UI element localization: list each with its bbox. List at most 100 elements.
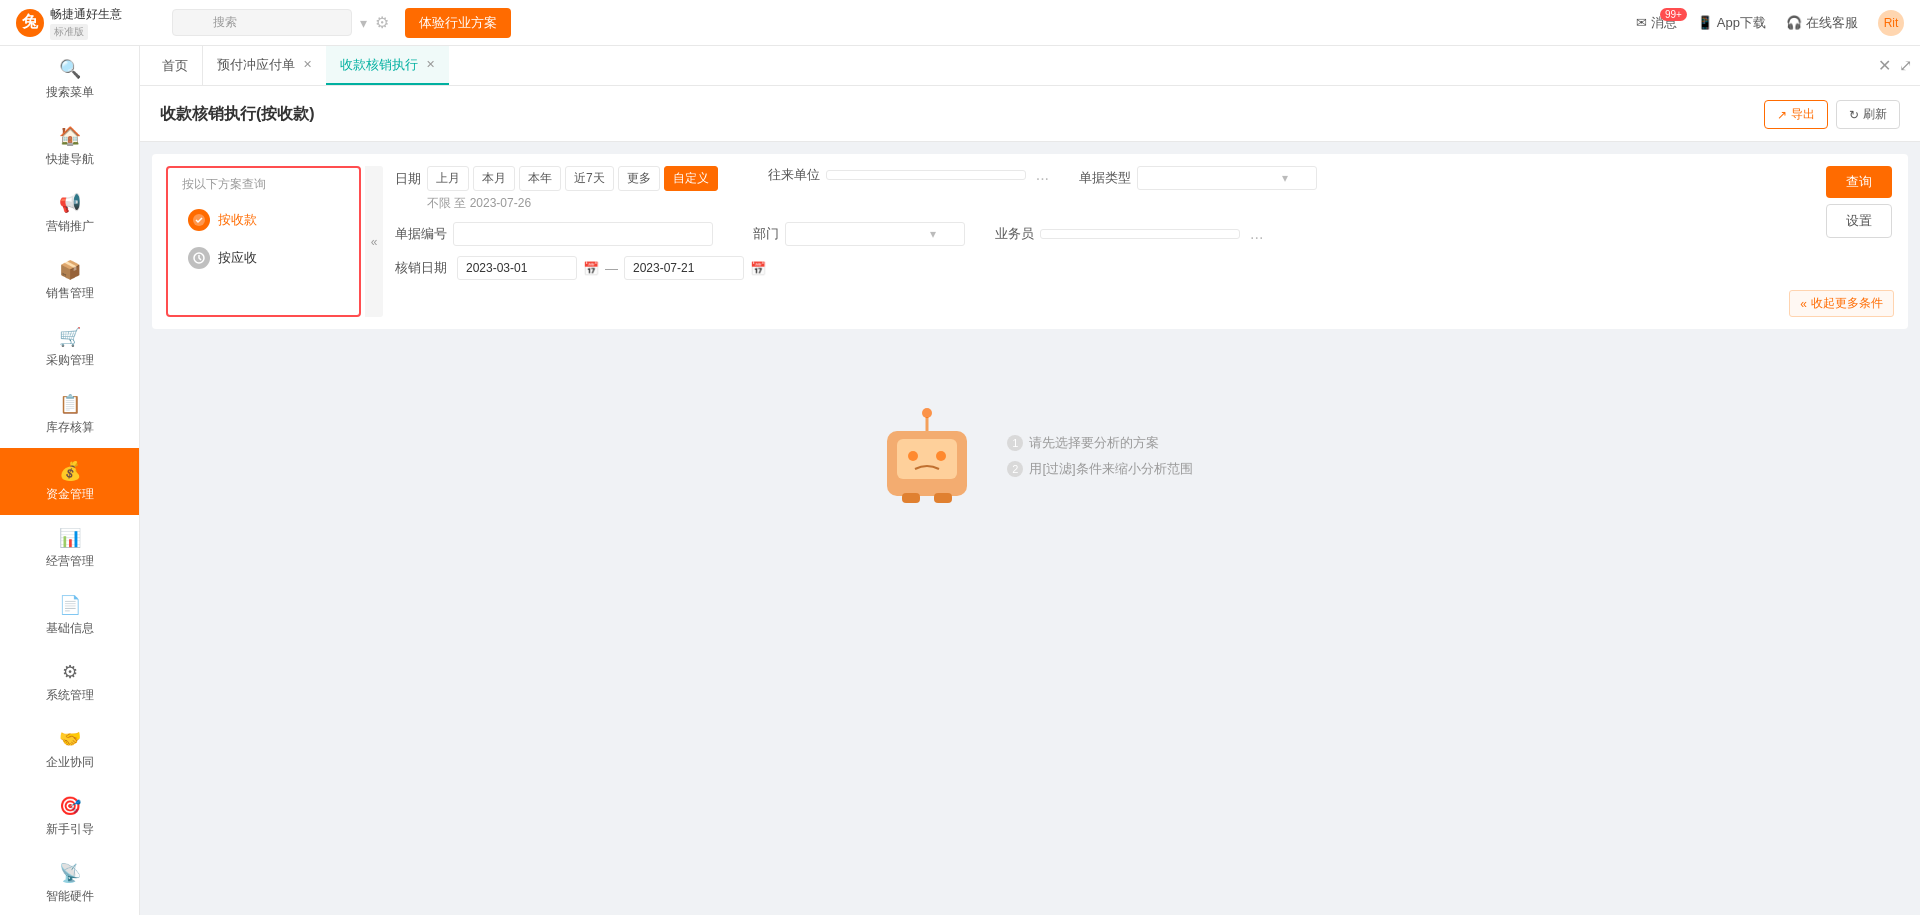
tab-close-all-icon[interactable]: ✕ <box>1878 56 1891 75</box>
sidebar-item-guide[interactable]: 🎯 新手引导 <box>0 783 139 850</box>
online-service-item[interactable]: 🎧 在线客服 <box>1786 14 1858 32</box>
message-item[interactable]: ✉ 消息 99+ <box>1636 14 1677 32</box>
page-content: 收款核销执行(按收款) ↗ 导出 ↻ 刷新 按以下方案查询 <box>140 86 1920 915</box>
brand-name: 畅捷通好生意 <box>50 6 122 23</box>
hint-1-num: 1 <box>1007 435 1023 451</box>
date-btn-more[interactable]: 更多 <box>618 166 660 191</box>
form-actions: 查询 设置 <box>1826 166 1892 238</box>
sidebar-item-quick-nav-label: 快捷导航 <box>46 151 94 168</box>
search-menu-icon: 🔍 <box>59 58 81 80</box>
operations-icon: 📊 <box>59 527 81 549</box>
filter-option-by-receivable[interactable]: 按应收 <box>178 239 349 277</box>
tab-receipts-close[interactable]: ✕ <box>426 58 435 71</box>
by-receipt-label: 按收款 <box>218 211 257 229</box>
hint-2-num: 2 <box>1007 461 1023 477</box>
date-btn-last-month[interactable]: 上月 <box>427 166 469 191</box>
verify-date-start[interactable] <box>457 256 577 280</box>
sidebar-item-finance[interactable]: 💰 资金管理 <box>0 448 139 515</box>
verify-date-range: 📅 — 📅 <box>457 256 766 280</box>
page-title: 收款核销执行(按收款) <box>160 104 315 137</box>
tab-prepay-label: 预付冲应付单 <box>217 56 295 74</box>
staff-input[interactable] <box>1040 229 1240 239</box>
verify-date-end[interactable] <box>624 256 744 280</box>
dropdown-icon[interactable]: ▾ <box>360 15 367 31</box>
date-btn-7days[interactable]: 近7天 <box>565 166 614 191</box>
sidebar-item-hardware[interactable]: 📡 智能硬件 <box>0 850 139 915</box>
by-receivable-icon <box>188 247 210 269</box>
doc-type-group: 单据类型 ▾ <box>1079 166 1317 190</box>
tab-prepay-close[interactable]: ✕ <box>303 58 312 71</box>
export-button[interactable]: ↗ 导出 <box>1764 100 1828 129</box>
counterpart-input[interactable] <box>826 170 1026 180</box>
sidebar-item-search-menu[interactable]: 🔍 搜索菜单 <box>0 46 139 113</box>
doc-type-select[interactable]: ▾ <box>1137 166 1317 190</box>
doc-no-input[interactable] <box>453 222 713 246</box>
tab-receipts[interactable]: 收款核销执行 ✕ <box>326 46 449 85</box>
verify-date-end-calendar[interactable]: 📅 <box>750 261 766 276</box>
staff-label: 业务员 <box>995 225 1034 243</box>
service-icon: 🎧 <box>1786 15 1802 30</box>
tab-receipts-label: 收款核销执行 <box>340 56 418 74</box>
sidebar-item-system[interactable]: ⚙ 系统管理 <box>0 649 139 716</box>
top-bar-center: 搜索 ▾ ⚙ 体验行业方案 <box>172 8 511 38</box>
logo-text-group: 畅捷通好生意 标准版 <box>50 6 122 40</box>
counterpart-dots[interactable]: ... <box>1036 166 1049 184</box>
filter-left-panel: 按以下方案查询 按收款 按应收 <box>166 166 361 317</box>
sidebar-item-inventory[interactable]: 📋 库存核算 <box>0 381 139 448</box>
filter-panel-title: 按以下方案查询 <box>178 176 349 193</box>
online-service-label: 在线客服 <box>1806 14 1858 32</box>
svg-rect-3 <box>897 439 957 479</box>
date-group: 日期 上月 本月 本年 近7天 更多 自定义 不限 至 <box>395 166 718 212</box>
staff-dots[interactable]: ... <box>1250 225 1263 243</box>
empty-hint-1: 1 请先选择要分析的方案 <box>1007 434 1192 452</box>
tab-expand-icon[interactable]: ⤢ <box>1899 56 1912 75</box>
date-btn-custom[interactable]: 自定义 <box>664 166 718 191</box>
user-item[interactable]: Rit <box>1878 10 1904 36</box>
sidebar-item-hardware-label: 智能硬件 <box>46 888 94 905</box>
svg-point-5 <box>936 451 946 461</box>
logo-icon: 兔 <box>16 9 44 37</box>
sidebar-item-marketing-label: 营销推广 <box>46 218 94 235</box>
gear-settings-icon[interactable]: ⚙ <box>375 13 389 32</box>
sidebar-item-quick-nav[interactable]: 🏠 快捷导航 <box>0 113 139 180</box>
message-icon: ✉ <box>1636 15 1647 30</box>
filter-option-by-receipt[interactable]: 按收款 <box>178 201 349 239</box>
sidebar-item-marketing[interactable]: 📢 营销推广 <box>0 180 139 247</box>
refresh-button[interactable]: ↻ 刷新 <box>1836 100 1900 129</box>
solution-button[interactable]: 体验行业方案 <box>405 8 511 38</box>
svg-rect-8 <box>902 493 920 503</box>
brand-tag: 标准版 <box>50 24 88 40</box>
date-btn-this-year[interactable]: 本年 <box>519 166 561 191</box>
sidebar-item-finance-label: 资金管理 <box>46 486 94 503</box>
filter-collapse-btn[interactable]: « <box>365 166 383 317</box>
tab-home-label: 首页 <box>162 57 188 75</box>
sidebar-item-enterprise[interactable]: 🤝 企业协同 <box>0 716 139 783</box>
date-sub-label: 不限 至 2023-07-26 <box>427 195 718 212</box>
app-download-item[interactable]: 📱 App下载 <box>1697 14 1766 32</box>
collapse-more-label: 收起更多条件 <box>1811 295 1883 312</box>
tab-bar: 首页 预付冲应付单 ✕ 收款核销执行 ✕ ✕ ⤢ <box>140 46 1920 86</box>
empty-state: 1 请先选择要分析的方案 2 用[过滤]条件来缩小分析范围 <box>140 341 1920 571</box>
verify-date-start-calendar[interactable]: 📅 <box>583 261 599 276</box>
sidebar-item-inventory-label: 库存核算 <box>46 419 94 436</box>
tab-bar-right: ✕ ⤢ <box>1878 56 1912 75</box>
app-icon: 📱 <box>1697 15 1713 30</box>
sidebar-item-basics[interactable]: 📄 基础信息 <box>0 582 139 649</box>
sidebar-item-sales[interactable]: 📦 销售管理 <box>0 247 139 314</box>
sidebar-item-purchase[interactable]: 🛒 采购管理 <box>0 314 139 381</box>
date-btn-this-month[interactable]: 本月 <box>473 166 515 191</box>
empty-text: 1 请先选择要分析的方案 2 用[过滤]条件来缩小分析范围 <box>1007 434 1192 478</box>
tab-home[interactable]: 首页 <box>148 46 203 85</box>
setting-button[interactable]: 设置 <box>1826 204 1892 238</box>
verify-date-label: 核销日期 <box>395 259 447 277</box>
sidebar-item-operations[interactable]: 📊 经营管理 <box>0 515 139 582</box>
query-button[interactable]: 查询 <box>1826 166 1892 198</box>
by-receipt-icon <box>188 209 210 231</box>
dept-select[interactable]: ▾ <box>785 222 965 246</box>
doc-type-chevron: ▾ <box>1282 171 1288 185</box>
counterpart-group: 往来单位 ... <box>768 166 1049 184</box>
collapse-more-btn[interactable]: « 收起更多条件 <box>1789 290 1894 317</box>
date-controls: 上月 本月 本年 近7天 更多 自定义 不限 至 2023-07-26 <box>427 166 718 212</box>
tab-prepay[interactable]: 预付冲应付单 ✕ <box>203 46 326 85</box>
top-search-box[interactable]: 搜索 <box>172 9 352 36</box>
